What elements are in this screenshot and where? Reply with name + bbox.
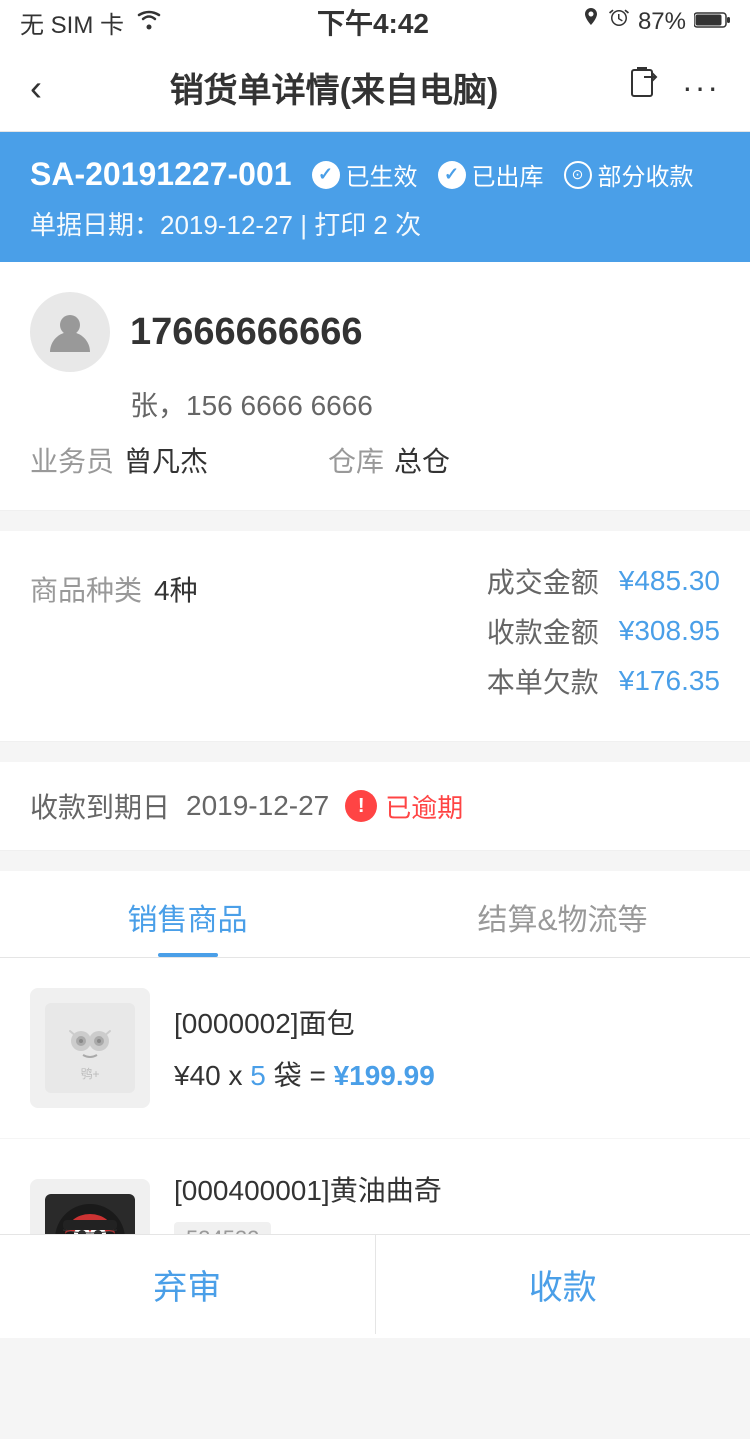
due-date-label: 收款到期日 bbox=[30, 786, 170, 826]
warehouse-item: 仓库 总仓 bbox=[328, 440, 450, 480]
deal-amount-label: 成交金额 bbox=[487, 561, 599, 601]
more-button[interactable]: ··· bbox=[682, 69, 720, 106]
product-name-2: [000400001]黄油曲奇 bbox=[174, 1169, 720, 1209]
tabs-row: 销售商品 结算&物流等 bbox=[0, 871, 750, 958]
check-icon-1: ✓ bbox=[312, 161, 340, 189]
debt-value: ¥176.35 bbox=[619, 665, 720, 697]
time-display: 下午4:42 bbox=[317, 2, 429, 42]
customer-section: 17666666666 张，156 6666 6666 业务员 曾凡杰 仓库 总… bbox=[0, 262, 750, 511]
share-button[interactable] bbox=[626, 66, 662, 109]
avatar bbox=[30, 292, 110, 372]
order-id: SA-20191227-001 bbox=[30, 156, 292, 193]
order-status-row: SA-20191227-001 ✓ 已生效 ✓ 已出库 ⊙ 部分收款 bbox=[30, 156, 720, 193]
page-title: 销货单详情(来自电脑) bbox=[170, 63, 499, 112]
customer-meta: 业务员 曾凡杰 仓库 总仓 bbox=[30, 440, 720, 480]
status-bar: 无 SIM 卡 下午4:42 87% bbox=[0, 0, 750, 44]
debt-label: 本单欠款 bbox=[487, 661, 599, 701]
overdue-badge: ! 已逾期 bbox=[345, 788, 463, 825]
tab-sales[interactable]: 销售商品 bbox=[0, 871, 375, 957]
receive-payment-button[interactable]: 收款 bbox=[376, 1235, 750, 1334]
battery-icon bbox=[694, 8, 730, 36]
tab-settlement[interactable]: 结算&物流等 bbox=[375, 871, 750, 957]
price-eq-1: = bbox=[309, 1060, 333, 1091]
tab-sales-label: 销售商品 bbox=[128, 904, 248, 937]
carrier-text: 无 SIM 卡 bbox=[20, 5, 124, 40]
svg-text:鸮+: 鸮+ bbox=[80, 1066, 99, 1081]
due-date-section: 收款到期日 2019-12-27 ! 已逾期 bbox=[0, 762, 750, 851]
sales-rep-label: 业务员 bbox=[30, 440, 114, 480]
status-badge-1: ✓ 已生效 bbox=[312, 157, 418, 192]
received-value: ¥308.95 bbox=[619, 615, 720, 647]
debt-amount-row: 本单欠款 ¥176.35 bbox=[487, 661, 720, 701]
product-types-row: 商品种类 4种 bbox=[30, 569, 198, 609]
sales-rep-value: 曾凡杰 bbox=[124, 440, 208, 480]
status-icons: 87% bbox=[582, 8, 730, 37]
customer-phone: 张，156 6666 6666 bbox=[130, 384, 720, 424]
nav-bar: ‹ 销货单详情(来自电脑) ··· bbox=[0, 44, 750, 132]
cancel-review-label: 弃审 bbox=[153, 1260, 221, 1309]
nav-actions: ··· bbox=[626, 66, 720, 109]
table-row: 鸮+ [0000002]面包 ¥40 x 5 袋 = ¥199.99 bbox=[0, 958, 750, 1139]
summary-section: 商品种类 4种 成交金额 ¥485.30 收款金额 ¥308.95 本单欠款 ¥… bbox=[0, 531, 750, 742]
product-price-1: ¥40 x 5 袋 = ¥199.99 bbox=[174, 1054, 720, 1094]
customer-row: 17666666666 bbox=[30, 292, 720, 372]
price-qty-1: 5 bbox=[250, 1060, 266, 1091]
receive-payment-label: 收款 bbox=[529, 1260, 597, 1309]
wifi-icon bbox=[134, 8, 164, 37]
price-base-1: ¥40 bbox=[174, 1060, 221, 1091]
tab-settlement-label: 结算&物流等 bbox=[477, 904, 647, 937]
order-header: SA-20191227-001 ✓ 已生效 ✓ 已出库 ⊙ 部分收款 单据日期：… bbox=[0, 132, 750, 262]
deal-amount-row: 成交金额 ¥485.30 bbox=[487, 561, 720, 601]
carrier-wifi: 无 SIM 卡 bbox=[20, 5, 164, 40]
deal-amount-value: ¥485.30 bbox=[619, 565, 720, 597]
summary-right: 成交金额 ¥485.30 收款金额 ¥308.95 本单欠款 ¥176.35 bbox=[487, 561, 720, 711]
warehouse-label: 仓库 bbox=[328, 440, 384, 480]
order-date: 单据日期：2019-12-27 | 打印 2 次 bbox=[30, 205, 720, 242]
customer-name: 17666666666 bbox=[130, 311, 362, 354]
location-icon bbox=[582, 8, 600, 37]
product-thumbnail-1: 鸮+ bbox=[30, 988, 150, 1108]
status-label-1: 已生效 bbox=[346, 157, 418, 192]
price-x-1: x bbox=[229, 1060, 251, 1091]
warehouse-value: 总仓 bbox=[394, 440, 450, 480]
check-icon-2: ✓ bbox=[438, 161, 466, 189]
clock-icon: ⊙ bbox=[564, 161, 592, 189]
overdue-text: 已逾期 bbox=[385, 788, 463, 825]
battery-text: 87% bbox=[638, 8, 686, 36]
received-amount-row: 收款金额 ¥308.95 bbox=[487, 611, 720, 651]
cancel-review-button[interactable]: 弃审 bbox=[0, 1235, 376, 1334]
sales-rep-item: 业务员 曾凡杰 bbox=[30, 440, 208, 480]
received-label: 收款金额 bbox=[487, 611, 599, 651]
bottom-bar: 弃审 收款 bbox=[0, 1234, 750, 1334]
price-unit-1: 袋 bbox=[274, 1060, 302, 1091]
summary-left: 商品种类 4种 bbox=[30, 561, 198, 609]
due-date-value: 2019-12-27 bbox=[186, 790, 329, 822]
status-label-2: 已出库 bbox=[472, 157, 544, 192]
alarm-icon bbox=[608, 8, 630, 37]
types-label: 商品种类 bbox=[30, 569, 142, 609]
product-name-1: [0000002]面包 bbox=[174, 1002, 720, 1042]
status-label-3: 部分收款 bbox=[598, 157, 694, 192]
status-badge-3: ⊙ 部分收款 bbox=[564, 157, 694, 192]
status-badge-2: ✓ 已出库 bbox=[438, 157, 544, 192]
types-value: 4种 bbox=[154, 569, 198, 609]
product-info-1: [0000002]面包 ¥40 x 5 袋 = ¥199.99 bbox=[174, 1002, 720, 1094]
price-total-1: ¥199.99 bbox=[334, 1060, 435, 1091]
overdue-icon: ! bbox=[345, 790, 377, 822]
back-button[interactable]: ‹ bbox=[30, 67, 42, 109]
